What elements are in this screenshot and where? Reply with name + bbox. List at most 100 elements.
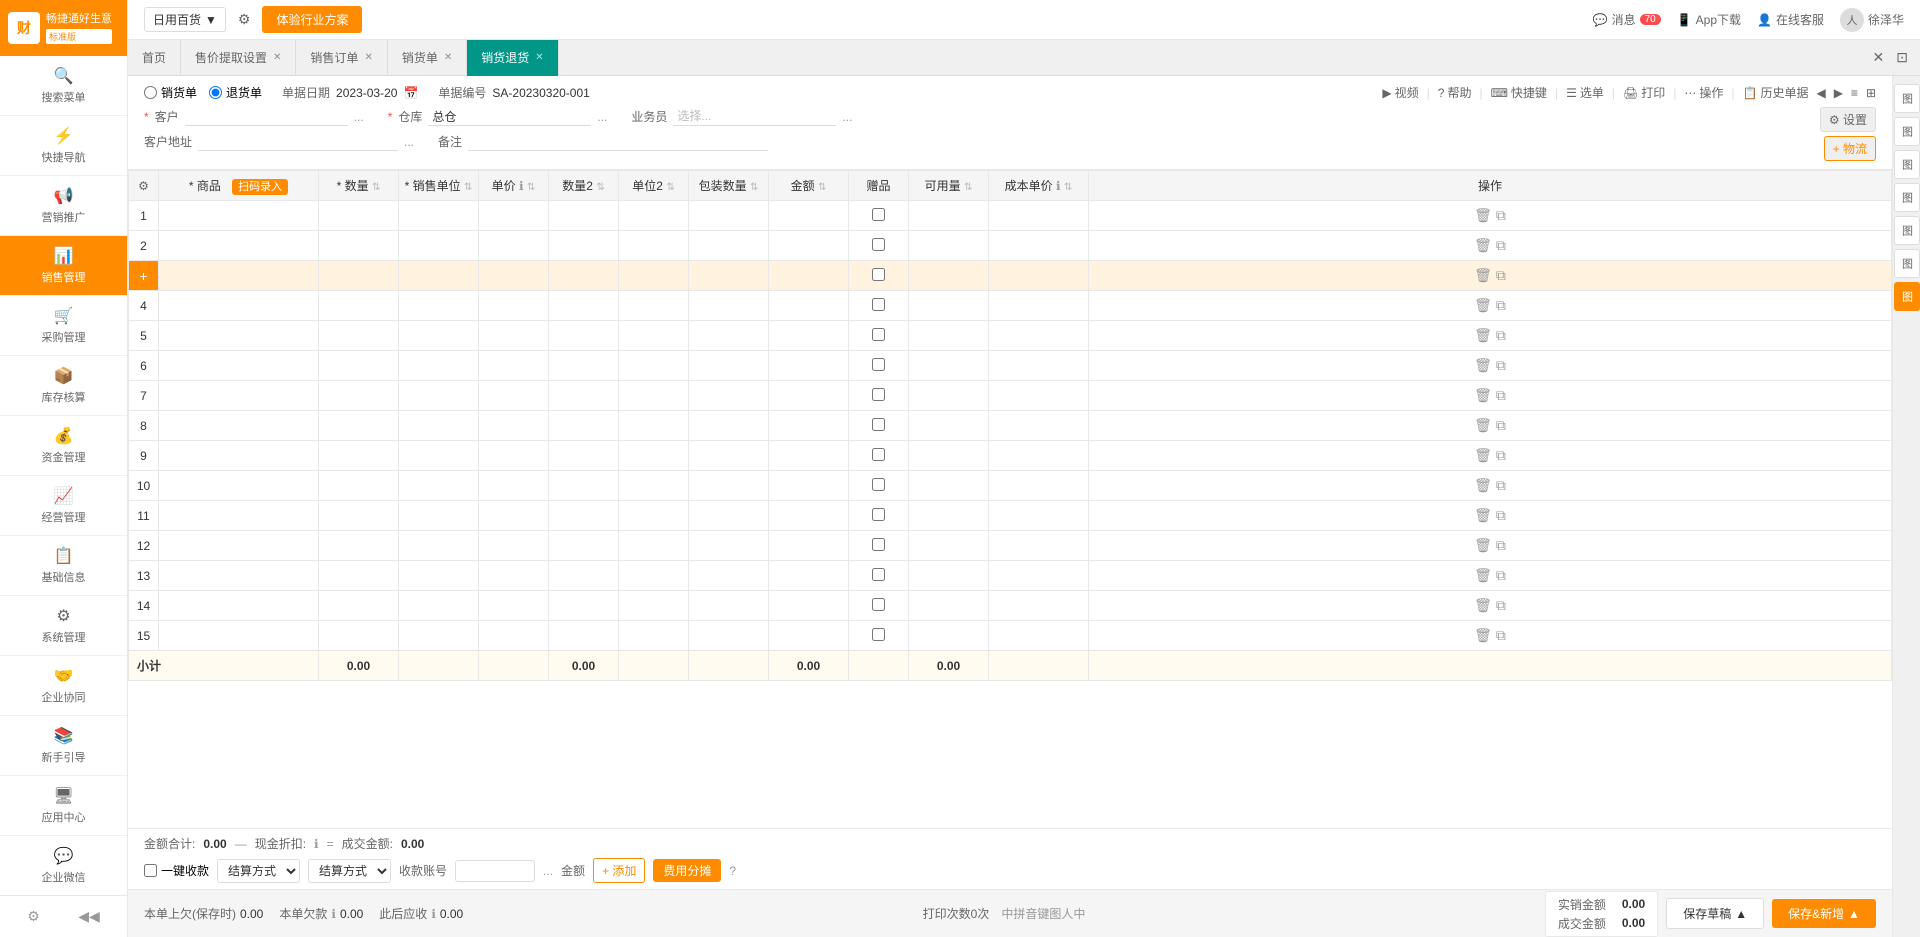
sale-radio[interactable]: 销货单 — [144, 84, 197, 101]
row-amount[interactable] — [769, 231, 849, 261]
qty2-sort-icon[interactable]: ⇅ — [596, 182, 604, 193]
delete-icon[interactable]: 🗑 — [1474, 357, 1492, 374]
cost-info-icon[interactable]: ℹ — [1056, 179, 1061, 193]
sidebar-item-quick[interactable]: ⚡ 快捷导航 — [0, 116, 127, 176]
delete-icon[interactable]: 🗑 — [1474, 597, 1492, 614]
row-unit[interactable] — [399, 231, 479, 261]
customer-input[interactable] — [185, 107, 348, 126]
one-click-pay-check[interactable]: 一键收款 — [144, 862, 209, 879]
toolbar-operation[interactable]: ⋯ 操作 — [1684, 84, 1723, 101]
copy-icon[interactable]: ⧉ — [1496, 447, 1506, 464]
row-product-input[interactable] — [159, 261, 319, 291]
setting-button[interactable]: ⚙ 设置 — [1820, 107, 1876, 132]
sidebar-item-apps[interactable]: 🖥 应用中心 — [0, 776, 127, 836]
row-qty-h[interactable] — [319, 261, 399, 291]
right-panel-btn-2[interactable]: 图 — [1894, 117, 1920, 146]
return-radio[interactable]: 退货单 — [209, 84, 262, 101]
copy-icon[interactable]: ⧉ — [1496, 207, 1506, 224]
right-panel-btn-6[interactable]: 图 — [1894, 249, 1920, 278]
plus-circle-icon[interactable]: + — [134, 266, 154, 286]
row-price[interactable] — [479, 201, 549, 231]
row-pkg-qty[interactable] — [689, 201, 769, 231]
tab-sale[interactable]: 销货单 ✕ — [388, 40, 467, 76]
row-price[interactable] — [479, 231, 549, 261]
tab-sale-order-close[interactable]: ✕ — [364, 52, 372, 63]
warehouse-input[interactable] — [428, 107, 591, 126]
row-unit2[interactable] — [619, 231, 689, 261]
toolbar-prev[interactable]: ◀ — [1816, 86, 1825, 100]
add-row-btn[interactable]: + — [129, 261, 159, 291]
right-panel-btn-5[interactable]: 图 — [1894, 216, 1920, 245]
save-draft-button[interactable]: 保存草稿 ▲ — [1666, 898, 1764, 929]
row-gift[interactable] — [849, 231, 909, 261]
copy-icon[interactable]: ⧉ — [1496, 297, 1506, 314]
toolbar-list-view[interactable]: ≡ — [1851, 86, 1858, 100]
account-input[interactable] — [455, 860, 535, 882]
row-gift[interactable] — [849, 201, 909, 231]
sidebar-item-search[interactable]: 🔍 搜索菜单 — [0, 56, 127, 116]
delete-icon[interactable]: 🗑 — [1474, 477, 1492, 494]
unit2-sort-icon[interactable]: ⇅ — [666, 182, 674, 193]
customer-dots[interactable]: ... — [354, 110, 364, 124]
staff-dots[interactable]: ... — [842, 110, 852, 124]
sidebar-item-wechat[interactable]: 💬 企业微信 — [0, 836, 127, 895]
row-unit2[interactable] — [619, 201, 689, 231]
save-new-button[interactable]: 保存&新增 ▲ — [1772, 899, 1876, 928]
sidebar-item-purchase[interactable]: 🛒 采购管理 — [0, 296, 127, 356]
copy-icon[interactable]: ⧉ — [1496, 537, 1506, 554]
sidebar-collapse-btn[interactable]: ◀◀ — [74, 904, 104, 929]
tab-price-set[interactable]: 售价提取设置 ✕ — [181, 40, 296, 76]
copy-icon[interactable]: ⧉ — [1496, 327, 1506, 344]
copy-icon[interactable]: ⧉ — [1496, 597, 1506, 614]
row-amount-h[interactable] — [769, 261, 849, 291]
copy-icon[interactable]: ⧉ — [1496, 387, 1506, 404]
delete-icon[interactable]: 🗑 — [1474, 417, 1492, 434]
category-select[interactable]: 日用百货 ▼ — [144, 7, 226, 32]
copy-icon[interactable]: ⧉ — [1496, 357, 1506, 374]
toolbar-grid-view[interactable]: ⊞ — [1866, 86, 1876, 100]
warehouse-dots[interactable]: ... — [597, 110, 607, 124]
staff-input[interactable] — [673, 107, 836, 126]
amount-sort-icon[interactable]: ⇅ — [818, 182, 826, 193]
calendar-icon[interactable]: 📅 — [403, 86, 418, 100]
delete-icon[interactable]: 🗑 — [1474, 447, 1492, 464]
online-service-item[interactable]: 👤 在线客服 — [1757, 11, 1824, 28]
right-panel-btn-3[interactable]: 图 — [1894, 150, 1920, 179]
copy-icon[interactable]: ⧉ — [1496, 567, 1506, 584]
notification-item[interactable]: 💬 消息 70 — [1593, 11, 1661, 28]
logistics-button[interactable]: + 物流 — [1824, 136, 1876, 161]
delete-icon[interactable]: 🗑 — [1474, 237, 1492, 254]
th-scan-btn[interactable]: 扫码录入 — [232, 179, 288, 193]
add-button[interactable]: + 添加 — [593, 858, 645, 883]
price-info-icon[interactable]: ℹ — [519, 179, 524, 193]
sidebar-item-sales[interactable]: 📊 销售管理 — [0, 236, 127, 296]
address-dots[interactable]: ... — [404, 135, 414, 149]
cost-sort-icon[interactable]: ⇅ — [1064, 182, 1072, 193]
sidebar-item-inventory[interactable]: 📦 库存核算 — [0, 356, 127, 416]
tab-expand-icon[interactable]: ⊡ — [1892, 47, 1912, 68]
delete-icon[interactable]: 🗑 — [1474, 387, 1492, 404]
experience-plan-button[interactable]: 体验行业方案 — [262, 6, 362, 33]
row-amount[interactable] — [769, 201, 849, 231]
th-gear[interactable]: ⚙ — [129, 171, 159, 201]
sidebar-settings-btn[interactable]: ⚙ — [23, 904, 44, 929]
toolbar-print[interactable]: 🖨 打印 — [1623, 84, 1665, 101]
sidebar-item-base[interactable]: 📋 基础信息 — [0, 536, 127, 596]
delete-icon[interactable]: 🗑 — [1474, 327, 1492, 344]
calc-method-select[interactable]: 结算方式 — [308, 859, 391, 883]
tab-sale-close[interactable]: ✕ — [444, 52, 452, 63]
sidebar-item-operation[interactable]: 📈 经营管理 — [0, 476, 127, 536]
debt-info-icon[interactable]: ℹ — [331, 907, 336, 921]
row-unit2-h[interactable] — [619, 261, 689, 291]
tab-sale-return[interactable]: 销货退货 ✕ — [467, 40, 558, 76]
sidebar-item-newbie[interactable]: 📚 新手引导 — [0, 716, 127, 776]
delete-icon[interactable]: 🗑 — [1474, 207, 1492, 224]
row-qty2[interactable] — [549, 231, 619, 261]
row-product[interactable] — [159, 201, 319, 231]
row-qty2-h[interactable] — [549, 261, 619, 291]
row-cost-price-h[interactable] — [989, 261, 1089, 291]
right-panel-btn-4[interactable]: 图 — [1894, 183, 1920, 212]
row-pkg-qty-h[interactable] — [689, 261, 769, 291]
address-input[interactable] — [198, 132, 398, 151]
right-panel-btn-7[interactable]: 图 — [1894, 282, 1920, 311]
